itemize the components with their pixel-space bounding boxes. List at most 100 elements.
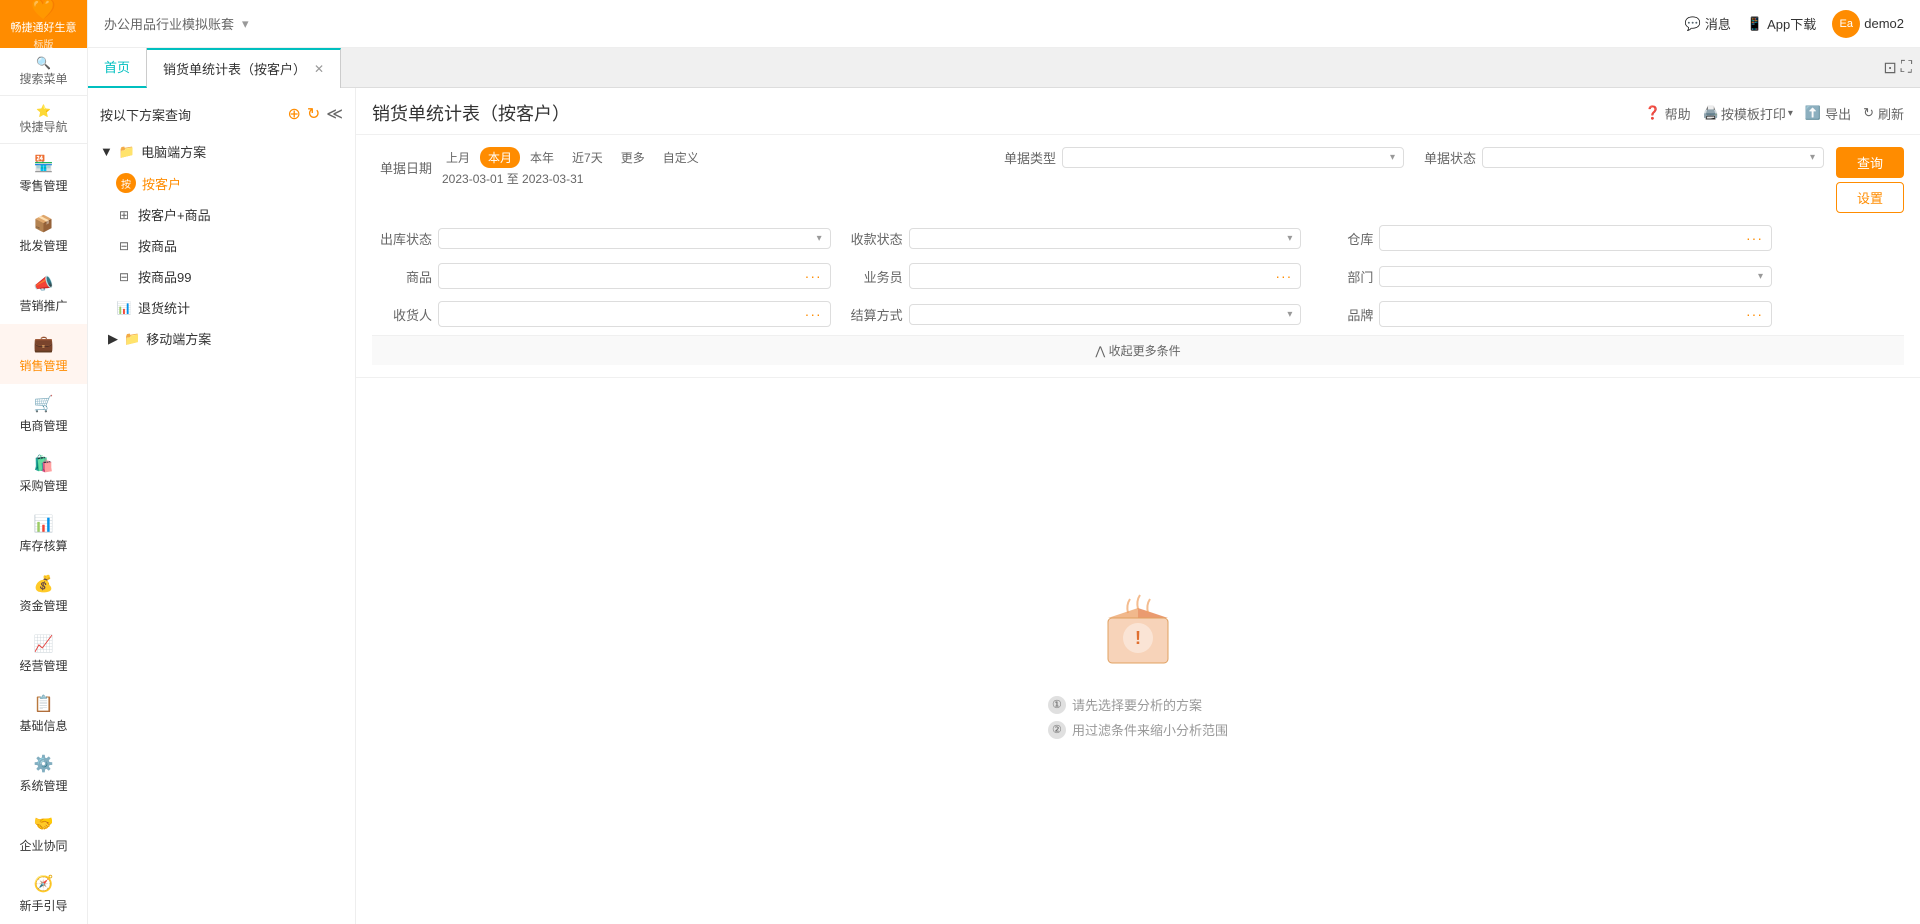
tree-child-by-customer[interactable]: 按 按客户 — [88, 167, 355, 199]
date-tab-custom[interactable]: 自定义 — [655, 147, 707, 168]
sidebar-item-purchase[interactable]: 🛍️ 采购管理 — [0, 444, 87, 504]
basics-label: 基础信息 — [19, 717, 67, 734]
left-panel-header: 按以下方案查询 ⊕ ↻ ≪ — [88, 96, 355, 132]
sidebar-item-sales[interactable]: 💼 销售管理 — [0, 324, 87, 384]
page-header: 销货单统计表（按客户） ❓ 帮助 🖨️ 按模板打印 ▾ ⬆️ 导出 — [356, 88, 1920, 135]
sidebar-item-ecommerce[interactable]: 🛒 电商管理 — [0, 384, 87, 444]
quick-nav-label: 快捷导航 — [0, 118, 87, 135]
tree-child-return-stats[interactable]: 📊 退货统计 — [88, 292, 355, 323]
message-button[interactable]: 💬 消息 — [1685, 14, 1731, 33]
tab-maximize-icon[interactable]: ⛶ — [1901, 59, 1912, 77]
sidebar-item-cooperation[interactable]: 🤝 企业协同 — [0, 804, 87, 864]
tree-child-by-product99[interactable]: ⊟ 按商品99 — [88, 261, 355, 292]
hint-text-2: 用过滤条件来缩小分析范围 — [1072, 720, 1228, 739]
refresh-icon: ↻ — [1863, 105, 1874, 121]
export-button[interactable]: ⬆️ 导出 — [1805, 104, 1851, 123]
by-product99-icon: ⊟ — [116, 269, 132, 285]
user-profile[interactable]: Ea demo2 — [1832, 10, 1904, 38]
settings-button[interactable]: 设置 — [1836, 182, 1904, 213]
salesperson-select[interactable]: ··· — [909, 263, 1302, 289]
salesperson-label: 业务员 — [843, 267, 903, 286]
tab-sales-report-label: 销货单统计表（按客户） — [163, 59, 306, 78]
tree-parent-label: 电脑端方案 — [141, 142, 206, 161]
sales-icon: 💼 — [34, 334, 54, 354]
avatar-text: Ea — [1840, 18, 1853, 30]
sidebar-item-system[interactable]: ⚙️ 系统管理 — [0, 744, 87, 804]
tab-home[interactable]: 首页 — [88, 48, 147, 88]
collect-status-select[interactable]: ▾ — [909, 228, 1302, 249]
sidebar-item-wholesale[interactable]: 📦 批发管理 — [0, 204, 87, 264]
right-panel: 销货单统计表（按客户） ❓ 帮助 🖨️ 按模板打印 ▾ ⬆️ 导出 — [356, 88, 1920, 924]
settlement-select[interactable]: ▾ — [909, 304, 1302, 325]
collapse-filter-bar[interactable]: ⋀ 收起更多条件 — [372, 335, 1904, 365]
collect-status-arrow-icon: ▾ — [1287, 233, 1292, 244]
sidebar-item-inventory[interactable]: 📊 库存核算 — [0, 504, 87, 564]
empty-hint-1: ① 请先选择要分析的方案 — [1048, 695, 1228, 714]
date-tab-this-year[interactable]: 本年 — [522, 147, 562, 168]
retail-label: 零售管理 — [19, 177, 67, 194]
date-tab-this-month[interactable]: 本月 — [480, 147, 520, 168]
left-panel-actions: ⊕ ↻ ≪ — [287, 104, 343, 124]
app-download-button[interactable]: 📱 App下载 — [1747, 14, 1816, 33]
department-label: 部门 — [1313, 267, 1373, 286]
tab-minimize-icon[interactable]: ⊡ — [1883, 58, 1896, 78]
warehouse-dots-icon[interactable]: ··· — [1746, 230, 1763, 246]
tab-close-icon[interactable]: ✕ — [314, 62, 324, 76]
app-logo[interactable]: 🧡 畅捷通好生意 标版 — [0, 0, 87, 48]
page-actions: ❓ 帮助 🖨️ 按模板打印 ▾ ⬆️ 导出 ↻ 刷新 — [1644, 104, 1904, 123]
print-icon: 🖨️ — [1703, 105, 1719, 121]
department-select[interactable]: ▾ — [1379, 266, 1772, 287]
brand-dots-icon[interactable]: ··· — [1746, 306, 1763, 322]
user-name: demo2 — [1864, 16, 1904, 31]
date-tab-more[interactable]: 更多 — [613, 147, 653, 168]
doc-type-label: 单据类型 — [996, 148, 1056, 167]
ecommerce-label: 电商管理 — [19, 417, 67, 434]
query-button[interactable]: 查询 — [1836, 147, 1904, 178]
tree-child-by-product[interactable]: ⊟ 按商品 — [88, 230, 355, 261]
tree-child-label-0: 按客户 — [142, 174, 181, 193]
tree-child-by-customer-product[interactable]: ⊞ 按客户+商品 — [88, 199, 355, 230]
tab-bar: 首页 销货单统计表（按客户） ✕ ⊡ ⛶ — [88, 48, 1920, 88]
template-print-button[interactable]: 🖨️ 按模板打印 ▾ — [1703, 104, 1793, 123]
refresh-button[interactable]: ↻ 刷新 — [1863, 104, 1904, 123]
product-dots-icon[interactable]: ··· — [805, 268, 822, 284]
tree-folder-icon: 📁 — [119, 144, 135, 160]
sidebar-item-retail[interactable]: 🏪 零售管理 — [0, 144, 87, 204]
sidebar-item-basics[interactable]: 📋 基础信息 — [0, 684, 87, 744]
receiver-select[interactable]: ··· — [438, 301, 831, 327]
sidebar-item-marketing[interactable]: 📣 营销推广 — [0, 264, 87, 324]
by-customer-product-icon: ⊞ — [116, 207, 132, 223]
receiver-dots-icon[interactable]: ··· — [805, 306, 822, 322]
message-label: 消息 — [1705, 14, 1731, 33]
doc-status-select[interactable]: ▾ — [1482, 147, 1824, 168]
tree-parent-mobile[interactable]: ▶ 📁 移动端方案 — [88, 323, 355, 354]
brand-label: 品牌 — [1313, 305, 1373, 324]
warehouse-select[interactable]: ··· — [1379, 225, 1772, 251]
help-button[interactable]: ❓ 帮助 — [1644, 104, 1690, 123]
tab-sales-report[interactable]: 销货单统计表（按客户） ✕ — [147, 48, 341, 88]
sidebar-item-operations[interactable]: 📈 经营管理 — [0, 624, 87, 684]
top-header: 办公用品行业模拟账套 ▾ 💬 消息 📱 App下载 Ea demo2 — [88, 0, 1920, 48]
collapse-panel-icon[interactable]: ≪ — [326, 104, 343, 124]
brand-select[interactable]: ··· — [1379, 301, 1772, 327]
sidebar-quick-nav[interactable]: ⭐ 快捷导航 — [0, 96, 87, 144]
out-status-label: 出库状态 — [372, 229, 432, 248]
add-scheme-icon[interactable]: ⊕ — [287, 104, 300, 124]
date-tab-last-month[interactable]: 上月 — [438, 147, 478, 168]
refresh-scheme-icon[interactable]: ↻ — [307, 104, 320, 124]
warehouse-label: 仓库 — [1313, 229, 1373, 248]
export-icon: ⬆️ — [1805, 105, 1821, 121]
empty-illustration: ! — [1078, 563, 1198, 683]
download-icon: 📱 — [1747, 16, 1763, 32]
doc-type-select[interactable]: ▾ — [1062, 147, 1404, 168]
sidebar-item-finance[interactable]: 💰 资金管理 — [0, 564, 87, 624]
salesperson-dots-icon[interactable]: ··· — [1275, 268, 1292, 284]
sidebar-item-guide[interactable]: 🧭 新手引导 — [0, 864, 87, 924]
product-select[interactable]: ··· — [438, 263, 831, 289]
out-status-select[interactable]: ▾ — [438, 228, 831, 249]
date-tab-7days[interactable]: 近7天 — [564, 147, 611, 168]
main-content: 办公用品行业模拟账套 ▾ 💬 消息 📱 App下载 Ea demo2 首页 — [88, 0, 1920, 924]
date-tabs: 上月 本月 本年 近7天 更多 自定义 — [438, 147, 707, 168]
sidebar-search[interactable]: 🔍 搜索菜单 — [0, 48, 87, 96]
tree-parent-desktop[interactable]: ▼ 📁 电脑端方案 — [88, 136, 355, 167]
